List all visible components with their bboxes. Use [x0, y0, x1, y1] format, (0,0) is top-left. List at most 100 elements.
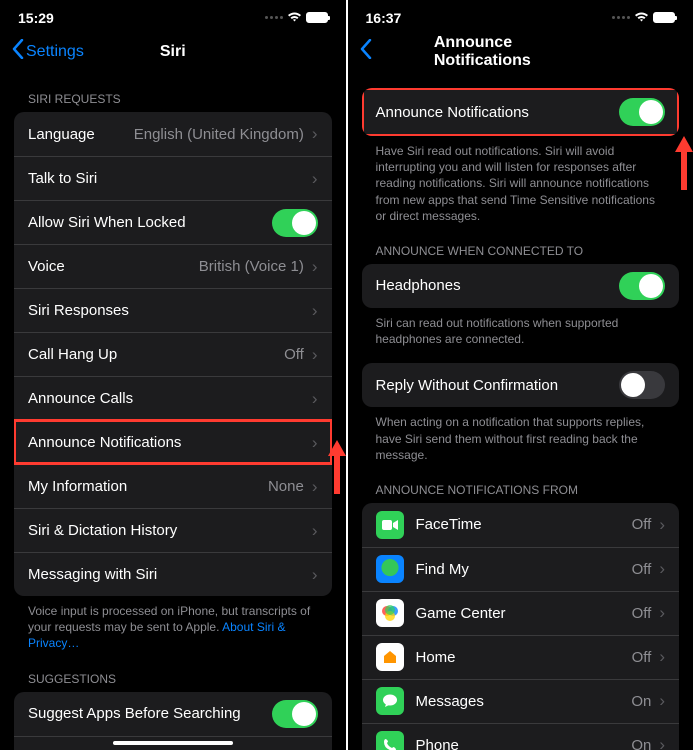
- apps-group: FaceTime Off › Find My Off › Game Center…: [362, 503, 680, 750]
- row-label: Reply Without Confirmation: [376, 377, 559, 394]
- row-value: English (United Kingdom): [134, 126, 304, 143]
- wifi-icon: [287, 11, 302, 25]
- row-value: Off: [632, 516, 652, 533]
- messages-icon: [376, 687, 404, 715]
- screenshot-left: 15:29 Settings Siri SIRI REQUESTS Langua…: [0, 0, 348, 750]
- footer-reply: When acting on a notification that suppo…: [348, 407, 694, 465]
- announce-toggle-group: Announce Notifications: [362, 88, 680, 136]
- row-call-hangup[interactable]: Call Hang Up Off ›: [14, 332, 332, 376]
- row-app-messages[interactable]: Messages On ›: [362, 679, 680, 723]
- row-value: Off: [632, 605, 652, 622]
- back-chevron-icon[interactable]: [12, 38, 24, 66]
- nav-bar: Settings Siri: [0, 30, 346, 74]
- page-title: Siri: [160, 43, 186, 61]
- row-app-home[interactable]: Home Off ›: [362, 635, 680, 679]
- row-label: Phone: [416, 737, 459, 750]
- row-label: Announce Notifications: [28, 434, 181, 451]
- row-label: Messages: [416, 693, 484, 710]
- chevron-right-icon: ›: [312, 345, 318, 365]
- facetime-icon: [376, 511, 404, 539]
- row-label: Messaging with Siri: [28, 566, 157, 583]
- nav-bar: Announce Notifications: [348, 30, 694, 74]
- row-value: British (Voice 1): [199, 258, 304, 275]
- status-bar: 16:37: [348, 0, 694, 30]
- row-label: Find My: [416, 561, 469, 578]
- row-reply-without-confirm[interactable]: Reply Without Confirmation: [362, 363, 680, 407]
- status-icons: [612, 11, 675, 25]
- status-bar: 15:29: [0, 0, 346, 30]
- home-icon: [376, 643, 404, 671]
- row-announce-calls[interactable]: Announce Calls ›: [14, 376, 332, 420]
- row-app-gamecenter[interactable]: Game Center Off ›: [362, 591, 680, 635]
- siri-requests-group: Language English (United Kingdom) › Talk…: [14, 112, 332, 596]
- row-value: None: [268, 478, 304, 495]
- chevron-right-icon: ›: [659, 735, 665, 750]
- row-label: Headphones: [376, 277, 461, 294]
- row-announce-notifications[interactable]: Announce Notifications ›: [14, 420, 332, 464]
- row-announce-notifications-master[interactable]: Announce Notifications: [362, 88, 680, 136]
- status-time: 16:37: [366, 10, 402, 26]
- row-label: Home: [416, 649, 456, 666]
- row-label: Announce Calls: [28, 390, 133, 407]
- chevron-right-icon: ›: [312, 565, 318, 585]
- row-value: On: [631, 737, 651, 750]
- footer-headphones: Siri can read out notifications when sup…: [348, 308, 694, 349]
- row-messaging-with-siri[interactable]: Messaging with Siri ›: [14, 552, 332, 596]
- battery-icon: [653, 12, 675, 23]
- section-header-suggestions: SUGGESTIONS: [0, 654, 346, 692]
- footer-siri-requests: Voice input is processed on iPhone, but …: [0, 596, 346, 654]
- row-label: Language: [28, 126, 95, 143]
- row-language[interactable]: Language English (United Kingdom) ›: [14, 112, 332, 156]
- row-value: On: [631, 693, 651, 710]
- chevron-right-icon: ›: [312, 257, 318, 277]
- row-label: Call Hang Up: [28, 346, 117, 363]
- reply-group: Reply Without Confirmation: [362, 363, 680, 407]
- row-label: FaceTime: [416, 516, 482, 533]
- row-value: Off: [632, 649, 652, 666]
- screenshot-right: 16:37 Announce Notifications Announce No…: [348, 0, 695, 750]
- row-siri-responses[interactable]: Siri Responses ›: [14, 288, 332, 332]
- chevron-right-icon: ›: [312, 521, 318, 541]
- row-app-phone[interactable]: Phone On ›: [362, 723, 680, 750]
- toggle-announce-notifications[interactable]: [619, 98, 665, 126]
- status-time: 15:29: [18, 10, 54, 26]
- section-header-siri-requests: SIRI REQUESTS: [0, 74, 346, 112]
- toggle-allow-siri-locked[interactable]: [272, 209, 318, 237]
- row-siri-dictation-history[interactable]: Siri & Dictation History ›: [14, 508, 332, 552]
- wifi-icon: [634, 11, 649, 25]
- row-allow-siri-locked[interactable]: Allow Siri When Locked: [14, 200, 332, 244]
- row-label: Allow Siri When Locked: [28, 214, 186, 231]
- row-app-facetime[interactable]: FaceTime Off ›: [362, 503, 680, 547]
- row-app-findmy[interactable]: Find My Off ›: [362, 547, 680, 591]
- scroll-content: Announce Notifications Have Siri read ou…: [348, 74, 694, 750]
- row-label: Talk to Siri: [28, 170, 97, 187]
- row-talk-to-siri[interactable]: Talk to Siri ›: [14, 156, 332, 200]
- battery-icon: [306, 12, 328, 23]
- row-label: Announce Notifications: [376, 104, 529, 121]
- row-headphones[interactable]: Headphones: [362, 264, 680, 308]
- row-my-information[interactable]: My Information None ›: [14, 464, 332, 508]
- footer-announce: Have Siri read out notifications. Siri w…: [348, 136, 694, 226]
- annotation-arrow-icon: [673, 134, 695, 194]
- row-value: Off: [632, 561, 652, 578]
- phone-icon: [376, 731, 404, 750]
- row-voice[interactable]: Voice British (Voice 1) ›: [14, 244, 332, 288]
- chevron-right-icon: ›: [312, 433, 318, 453]
- row-suggest-apps[interactable]: Suggest Apps Before Searching: [14, 692, 332, 736]
- chevron-right-icon: ›: [312, 301, 318, 321]
- toggle-suggest-apps[interactable]: [272, 700, 318, 728]
- chevron-right-icon: ›: [659, 691, 665, 711]
- row-label: My Information: [28, 478, 127, 495]
- toggle-headphones[interactable]: [619, 272, 665, 300]
- toggle-reply-without-confirm[interactable]: [619, 371, 665, 399]
- row-value: Off: [284, 346, 304, 363]
- connected-group: Headphones: [362, 264, 680, 308]
- page-title: Announce Notifications: [434, 34, 607, 70]
- back-button[interactable]: Settings: [26, 43, 84, 61]
- back-chevron-icon[interactable]: [360, 38, 372, 66]
- scroll-content: SIRI REQUESTS Language English (United K…: [0, 74, 346, 750]
- chevron-right-icon: ›: [659, 515, 665, 535]
- section-header-connected: ANNOUNCE WHEN CONNECTED TO: [348, 226, 694, 264]
- status-icons: [265, 11, 328, 25]
- chevron-right-icon: ›: [312, 477, 318, 497]
